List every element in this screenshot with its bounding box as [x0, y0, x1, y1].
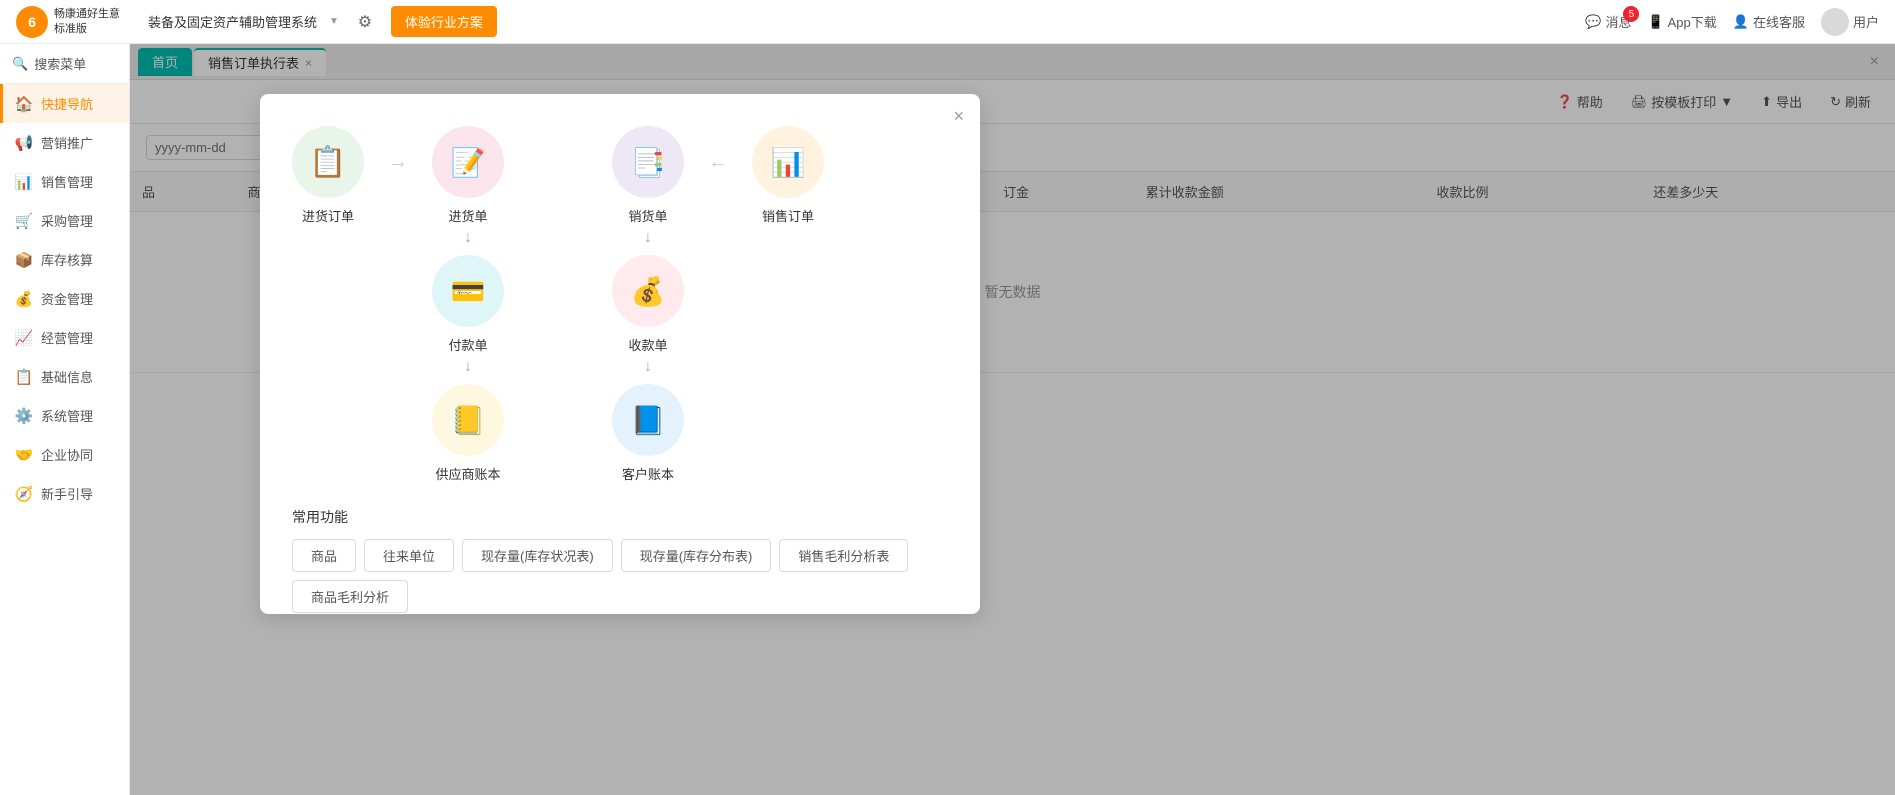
basic-info-icon: 📋 — [15, 368, 33, 386]
sidebar-item-purchase[interactable]: 🛒 采购管理 — [0, 201, 129, 240]
newbie-icon: 🧭 — [15, 485, 33, 503]
settings-icon[interactable]: ⚙ — [351, 8, 379, 36]
enterprise-icon: 🤝 — [15, 446, 33, 464]
flow-label-sales-order: 销售订单 — [762, 206, 814, 225]
search-menu-btn[interactable]: 🔍 搜索菜单 — [0, 44, 129, 84]
func-btn-goods-profit[interactable]: 商品毛利分析 — [292, 580, 408, 613]
logo-area: 6 畅康通好生意 标准版 — [16, 6, 136, 38]
func-btn-sales-profit[interactable]: 销售毛利分析表 — [779, 539, 908, 572]
func-btn-inventory-status[interactable]: 现存量(库存状况表) — [462, 539, 613, 572]
modal-close-btn[interactable]: × — [953, 106, 964, 127]
quick-nav-modal: × 📋 进货订单 → — [260, 94, 980, 614]
flow-label-customer-ledger: 客户账本 — [622, 464, 674, 483]
system-dropdown-icon[interactable]: ▼ — [329, 16, 339, 27]
app-download-btn[interactable]: 📱 App下载 — [1647, 12, 1716, 31]
func-btn-contacts[interactable]: 往来单位 — [364, 539, 454, 572]
func-btn-goods[interactable]: 商品 — [292, 539, 356, 572]
marketing-icon: 📢 — [15, 134, 33, 152]
flow-item-sales-order[interactable]: 📊 — [752, 126, 824, 198]
system-name: 装备及固定资产辅助管理系统 — [148, 12, 317, 31]
sidebar-item-finance[interactable]: 💰 资金管理 — [0, 279, 129, 318]
sidebar-item-basic-info[interactable]: 📋 基础信息 — [0, 357, 129, 396]
inventory-icon: 📦 — [15, 251, 33, 269]
common-functions-section: 常用功能 商品 往来单位 现存量(库存状况表) 现存量(库存分布表) 销售毛利分… — [292, 507, 948, 614]
sidebar-item-operations[interactable]: 📈 经营管理 — [0, 318, 129, 357]
operations-icon: 📈 — [15, 329, 33, 347]
user-btn[interactable]: 用户 — [1821, 8, 1879, 36]
flow-item-purchase-order[interactable]: 📋 — [292, 126, 364, 198]
top-right-area: 💬 消息 5 📱 App下载 👤 在线客服 用户 — [1585, 8, 1879, 36]
home-icon: 🏠 — [15, 95, 33, 113]
flow-item-receipt[interactable]: 💰 — [612, 255, 684, 327]
sidebar: 🔍 搜索菜单 🏠 快捷导航 📢 营销推广 📊 销售管理 🛒 采购管理 📦 — [0, 44, 130, 795]
avatar — [1821, 8, 1849, 36]
function-buttons-row1: 商品 往来单位 现存量(库存状况表) 现存量(库存分布表) 销售毛利分析表 商品… — [292, 539, 948, 613]
flow-item-supplier-ledger[interactable]: 📒 — [432, 384, 504, 456]
common-functions-title: 常用功能 — [292, 507, 948, 527]
online-service-btn[interactable]: 👤 在线客服 — [1733, 12, 1805, 31]
sidebar-item-quick-nav[interactable]: 🏠 快捷导航 — [0, 84, 129, 123]
logo-icon: 6 — [16, 6, 48, 38]
func-btn-inventory-dist[interactable]: 现存量(库存分布表) — [621, 539, 772, 572]
service-icon: 👤 — [1733, 14, 1749, 30]
flow-label-purchase: 进货单 — [448, 206, 487, 225]
sidebar-item-enterprise[interactable]: 🤝 企业协同 — [0, 435, 129, 474]
sidebar-item-marketing[interactable]: 📢 营销推广 — [0, 123, 129, 162]
flow-item-customer-ledger[interactable]: 📘 — [612, 384, 684, 456]
purchase-icon: 🛒 — [15, 212, 33, 230]
flow-item-sales[interactable]: 📑 — [612, 126, 684, 198]
sidebar-item-newbie[interactable]: 🧭 新手引导 — [0, 474, 129, 513]
message-btn[interactable]: 💬 消息 5 — [1585, 12, 1631, 31]
finance-icon: 💰 — [15, 290, 33, 308]
flow-label-supplier-ledger: 供应商账本 — [435, 464, 500, 483]
message-badge: 5 — [1623, 6, 1639, 22]
experience-btn[interactable]: 体验行业方案 — [391, 6, 497, 37]
sales-icon: 📊 — [15, 173, 33, 191]
flow-label-purchase-order: 进货订单 — [302, 206, 354, 225]
content-area: 首页 销售订单执行表 × × ❓ 帮助 🖨 按模板打印 ▼ — [130, 44, 1895, 795]
logo-text: 畅康通好生意 标准版 — [54, 7, 120, 36]
flow-label-payment: 付款单 — [448, 335, 487, 354]
flow-label-receipt: 收款单 — [628, 335, 667, 354]
flow-label-sales: 销货单 — [628, 206, 667, 225]
message-icon: 💬 — [1585, 14, 1601, 30]
sidebar-item-system[interactable]: ⚙️ 系统管理 — [0, 396, 129, 435]
sidebar-item-sales[interactable]: 📊 销售管理 — [0, 162, 129, 201]
flow-item-purchase[interactable]: 📝 — [432, 126, 504, 198]
flow-item-payment[interactable]: 💳 — [432, 255, 504, 327]
sidebar-item-inventory[interactable]: 📦 库存核算 — [0, 240, 129, 279]
system-icon: ⚙️ — [15, 407, 33, 425]
modal-overlay: × 📋 进货订单 → — [130, 44, 1895, 795]
search-icon: 🔍 — [12, 56, 28, 72]
app-icon: 📱 — [1647, 14, 1663, 30]
